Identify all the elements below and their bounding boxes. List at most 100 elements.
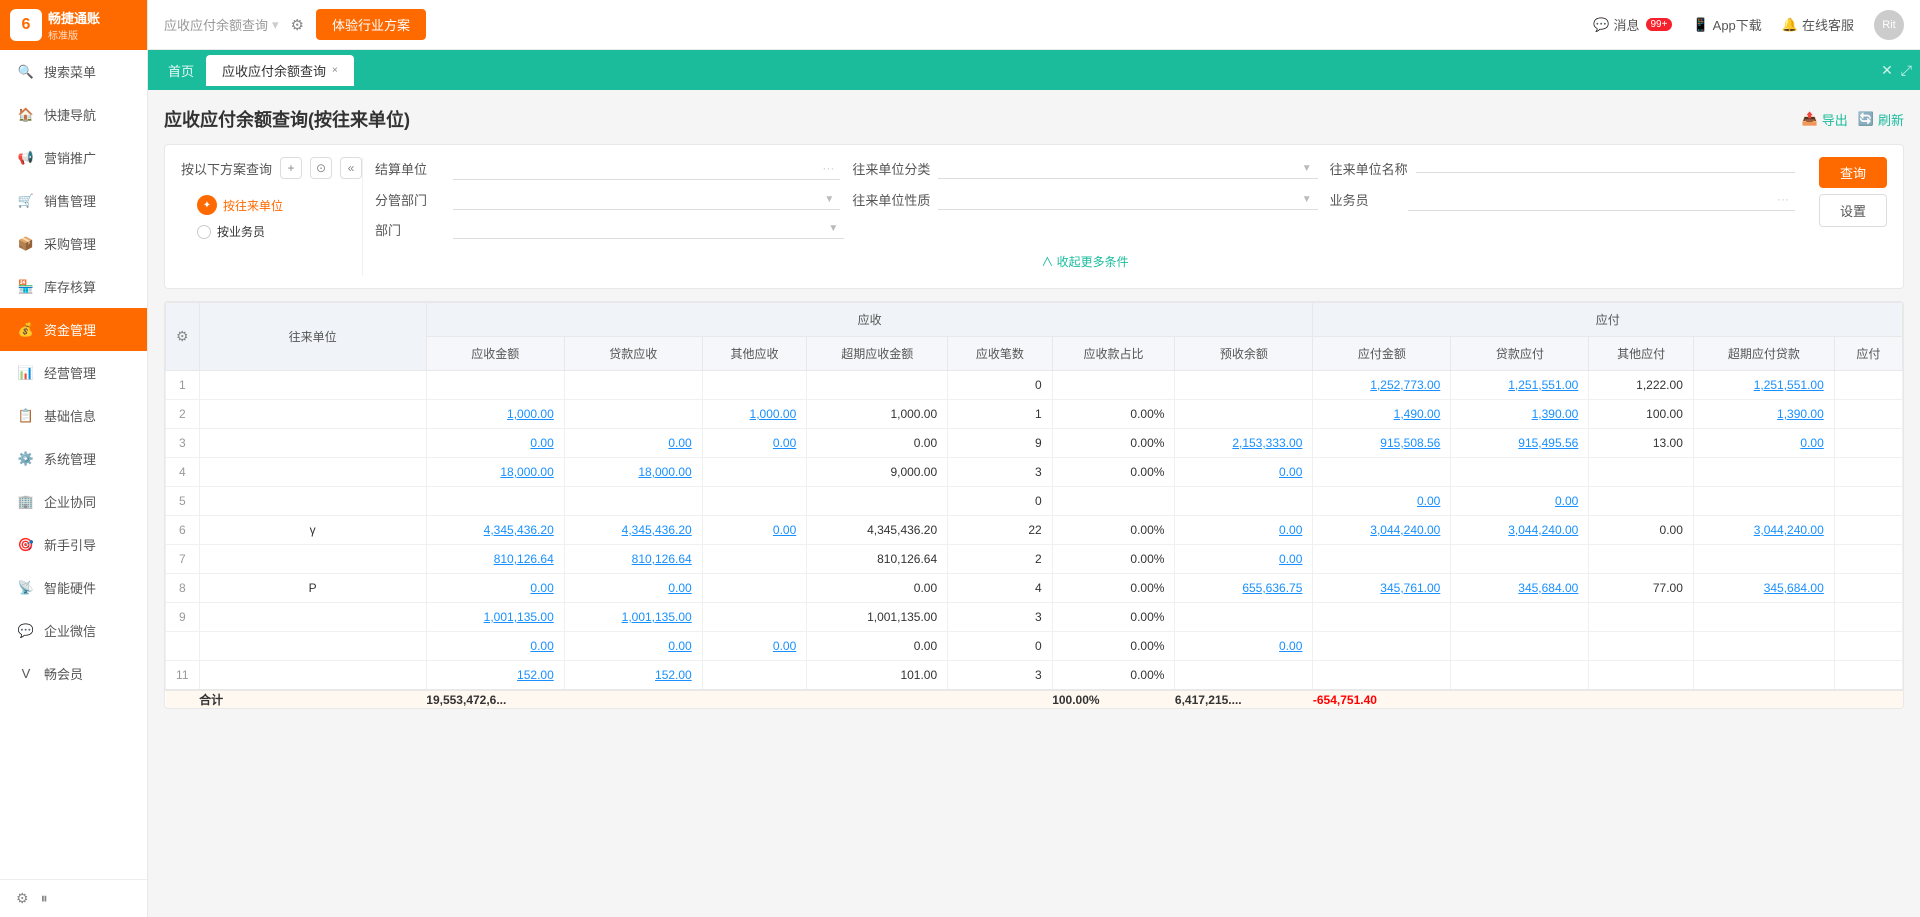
row-data-cell[interactable]: 0.00 (1175, 632, 1313, 661)
row-data-cell[interactable]: 0.00 (1175, 458, 1313, 487)
row-data-cell[interactable]: 1,001,135.00 (426, 603, 564, 632)
close-window-icon[interactable]: ✕ (1881, 62, 1893, 79)
category-input[interactable]: ▼ (938, 159, 1317, 179)
sidebar-item-search-menu[interactable]: 🔍 搜索菜单 (0, 50, 147, 93)
settings-bottom-icon[interactable]: ⚙ (16, 890, 29, 907)
row-data-cell[interactable]: 152.00 (564, 661, 702, 691)
table-settings-btn[interactable]: ⚙ (176, 328, 189, 345)
row-data-cell[interactable]: 1,390.00 (1693, 400, 1834, 429)
tab-close-icon[interactable]: × (332, 65, 338, 76)
sidebar-item-marketing[interactable]: 📢 营销推广 (0, 136, 147, 179)
sidebar-item-operation[interactable]: 📊 经营管理 (0, 351, 147, 394)
row-data-cell[interactable]: 1,000.00 (426, 400, 564, 429)
sidebar-item-purchase[interactable]: 📦 采购管理 (0, 222, 147, 265)
row-data-cell[interactable]: 0.00 (1451, 487, 1589, 516)
row-data-cell[interactable]: 2,153,333.00 (1175, 429, 1313, 458)
footer-prepay[interactable]: 6,417,215.... (1175, 690, 1313, 708)
row-data-cell[interactable]: 0.00 (1175, 516, 1313, 545)
sidebar-item-wechat[interactable]: 💬 企业微信 (0, 609, 147, 652)
set-button[interactable]: 设置 (1819, 194, 1887, 227)
row-data-cell[interactable]: 0.00 (426, 574, 564, 603)
row-data-cell[interactable]: 915,495.56 (1451, 429, 1589, 458)
row-data-cell[interactable]: 1,490.00 (1313, 400, 1451, 429)
sidebar-item-sales[interactable]: 🛒 销售管理 (0, 179, 147, 222)
row-data-cell[interactable]: 1,000.00 (702, 400, 807, 429)
set-scheme-btn[interactable]: ⊙ (310, 157, 332, 179)
row-data-cell[interactable]: 1,251,551.00 (1693, 371, 1834, 400)
scheme-item-partner[interactable]: ✦ 按往来单位 (189, 191, 362, 219)
solution-button[interactable]: 体验行业方案 (316, 9, 426, 40)
row-data-cell[interactable]: 0.00 (702, 516, 807, 545)
dept-input[interactable]: ▼ (453, 219, 844, 239)
row-data-cell[interactable]: 345,684.00 (1451, 574, 1589, 603)
message-item[interactable]: 💬 消息 99+ (1593, 15, 1672, 34)
dept-mgr-input[interactable]: ▼ (453, 190, 840, 210)
tab-active[interactable]: 应收应付余额查询 × (206, 55, 354, 86)
app-download-item[interactable]: 📱 App下载 (1692, 15, 1761, 34)
row-data-cell[interactable]: 0.00 (1693, 429, 1834, 458)
row-data-cell[interactable]: 0.00 (426, 632, 564, 661)
row-data-cell[interactable]: 4,345,436.20 (426, 516, 564, 545)
sidebar-item-finance[interactable]: 💰 资金管理 (0, 308, 147, 351)
row-data-cell[interactable]: 345,684.00 (1693, 574, 1834, 603)
partner-name-input[interactable] (1416, 164, 1795, 173)
online-service-item[interactable]: 🔔 在线客服 (1782, 15, 1854, 34)
row-data-cell[interactable]: 3,044,240.00 (1693, 516, 1834, 545)
row-data-cell[interactable]: 915,508.56 (1313, 429, 1451, 458)
row-data-cell[interactable]: 0.00 (564, 429, 702, 458)
row-data-cell[interactable]: 0.00 (564, 632, 702, 661)
row-data-cell[interactable]: 0.00 (1175, 545, 1313, 574)
export-button[interactable]: 📤 导出 (1802, 110, 1848, 129)
logo-icon: 6 (10, 9, 42, 41)
collapse-more-btn[interactable]: ∧ 收起更多条件 (375, 247, 1795, 276)
collapse-sidebar-icon[interactable]: ⏸ (41, 890, 48, 907)
sidebar-item-system[interactable]: ⚙️ 系统管理 (0, 437, 147, 480)
row-data-cell[interactable]: 1,390.00 (1451, 400, 1589, 429)
row-num-cell: 4 (166, 458, 200, 487)
query-button[interactable]: 查询 (1819, 157, 1887, 188)
row-data-cell: 77.00 (1589, 574, 1694, 603)
user-avatar[interactable]: Rit (1874, 10, 1904, 40)
row-data-cell[interactable]: 655,636.75 (1175, 574, 1313, 603)
sidebar-item-inventory[interactable]: 🏪 库存核算 (0, 265, 147, 308)
table-container[interactable]: ⚙ 往来单位 应收 应付 应收金额 贷款应收 其他应收 超期应收金额 应收笔数 (165, 302, 1903, 708)
salesman-input[interactable]: ··· (1408, 188, 1795, 211)
row-data-cell[interactable]: 3,044,240.00 (1313, 516, 1451, 545)
row-data-cell[interactable]: 1,252,773.00 (1313, 371, 1451, 400)
sidebar-item-member[interactable]: V 畅会员 (0, 652, 147, 695)
row-data-cell[interactable]: 0.00 (564, 574, 702, 603)
scheme-item-salesman[interactable]: 按业务员 (189, 219, 362, 244)
row-data-cell[interactable]: 152.00 (426, 661, 564, 691)
maximize-icon[interactable]: ⤢ (1901, 62, 1912, 79)
row-data-cell[interactable]: 0.00 (426, 429, 564, 458)
row-partner-cell: P (199, 574, 426, 603)
row-data-cell[interactable]: 18,000.00 (426, 458, 564, 487)
row-num-cell: 3 (166, 429, 200, 458)
row-data-cell[interactable]: 0.00 (1313, 487, 1451, 516)
settlement-input[interactable]: ··· (453, 157, 840, 180)
row-data-cell[interactable]: 18,000.00 (564, 458, 702, 487)
row-data-cell[interactable]: 0.00 (702, 632, 807, 661)
table-row: 0.000.000.000.0000.00%0.00 (166, 632, 1903, 661)
sidebar-item-corp[interactable]: 🏢 企业协同 (0, 480, 147, 523)
row-data-cell[interactable]: 810,126.64 (564, 545, 702, 574)
settings-icon[interactable]: ⚙ (291, 16, 304, 34)
row-data-cell[interactable]: 1,251,551.00 (1451, 371, 1589, 400)
footer-recv-total[interactable]: 19,553,472,6... (426, 690, 564, 708)
row-data-cell[interactable]: 1,001,135.00 (564, 603, 702, 632)
row-data-cell[interactable]: 345,761.00 (1313, 574, 1451, 603)
collapse-btn[interactable]: « (340, 157, 362, 179)
row-data-cell (1313, 545, 1451, 574)
add-scheme-btn[interactable]: + (280, 157, 302, 179)
nature-input[interactable]: ▼ (938, 190, 1317, 210)
row-data-cell[interactable]: 810,126.64 (426, 545, 564, 574)
row-data-cell[interactable]: 0.00 (702, 429, 807, 458)
sidebar-item-hardware[interactable]: 📡 智能硬件 (0, 566, 147, 609)
sidebar-item-guide[interactable]: 🎯 新手引导 (0, 523, 147, 566)
refresh-button[interactable]: 🔄 刷新 (1858, 110, 1904, 129)
row-data-cell[interactable]: 4,345,436.20 (564, 516, 702, 545)
tab-home[interactable]: 首页 (156, 55, 206, 86)
sidebar-item-quick-nav[interactable]: 🏠 快捷导航 (0, 93, 147, 136)
row-data-cell[interactable]: 3,044,240.00 (1451, 516, 1589, 545)
sidebar-item-basic-info[interactable]: 📋 基础信息 (0, 394, 147, 437)
